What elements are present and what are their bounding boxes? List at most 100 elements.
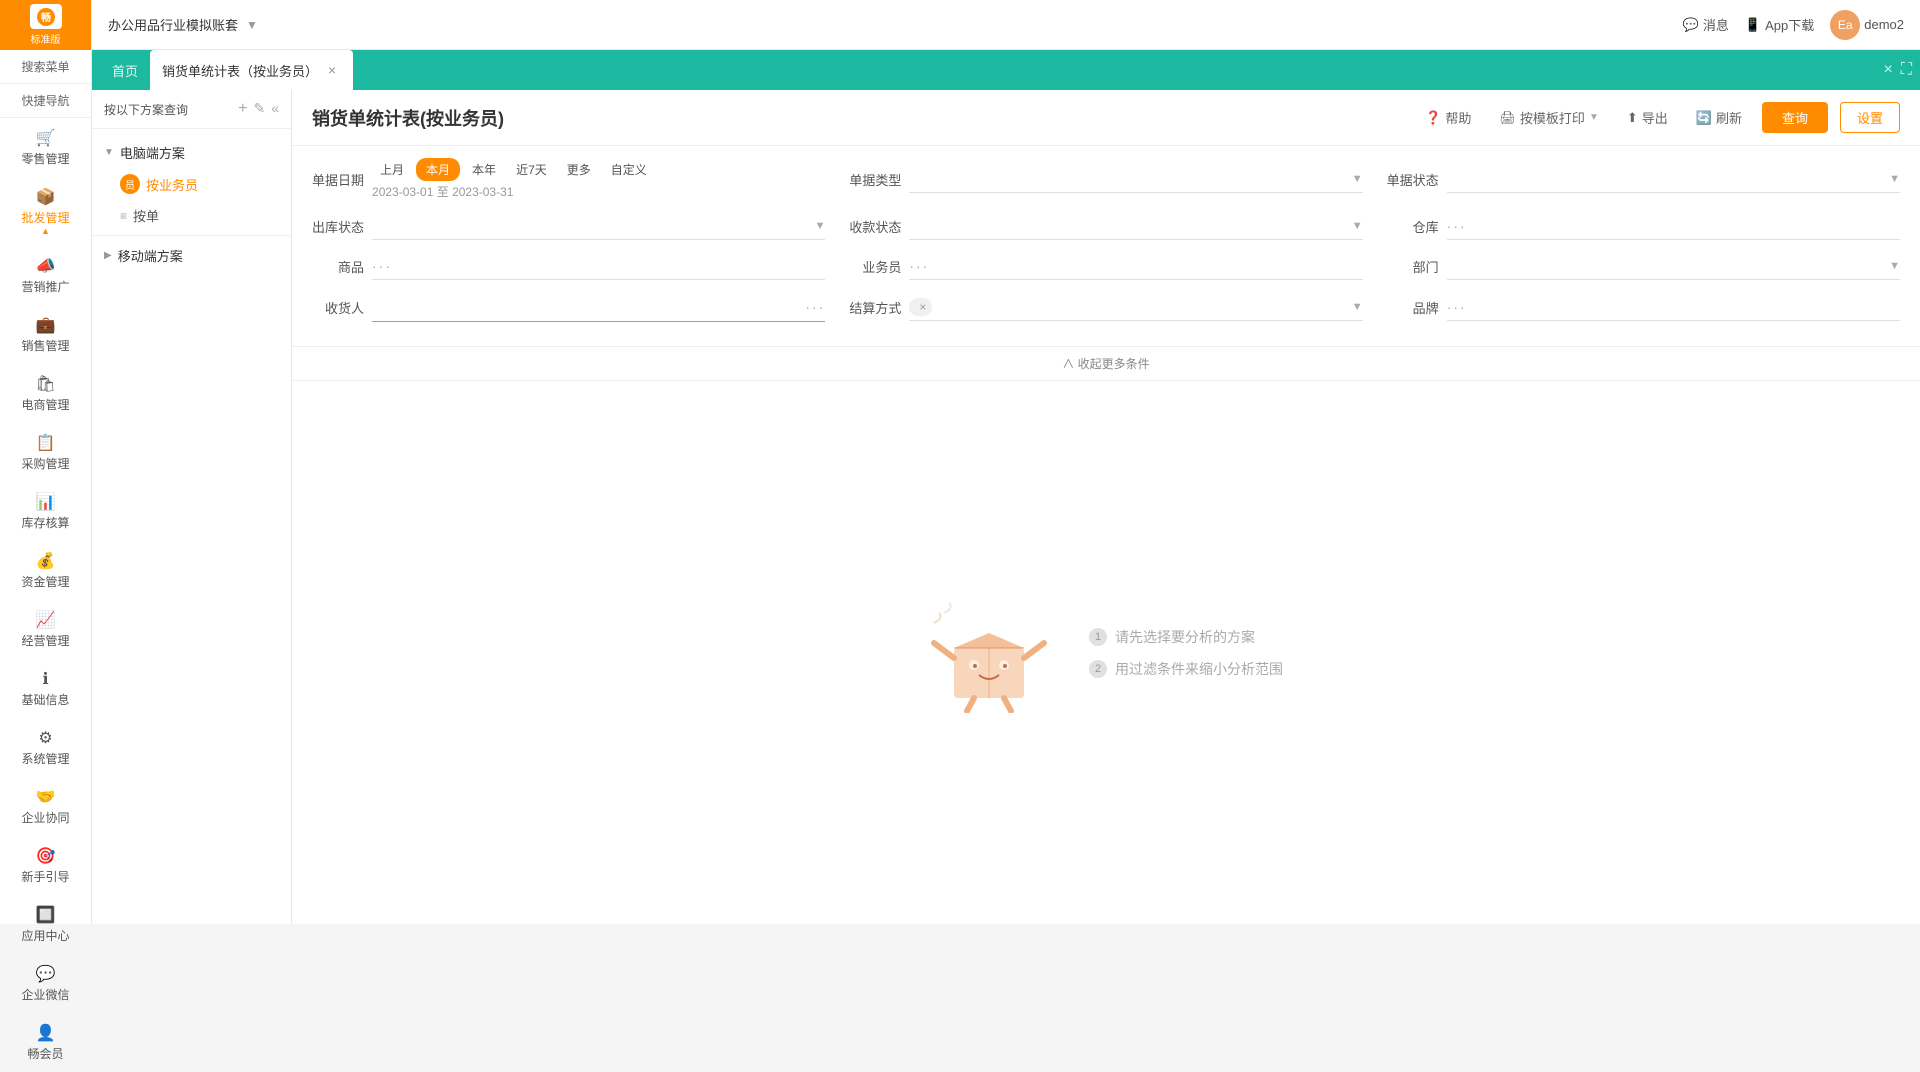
tab-bar: 首页 销货单统计表（按业务员） × × ⛶ (92, 50, 1920, 90)
doc-status-arrow: ▼ (1889, 173, 1900, 185)
doc-status-control[interactable]: ▼ (1447, 165, 1900, 193)
filter-dept: 部门 ▼ (1387, 252, 1900, 280)
shortcut-nav[interactable]: 快捷导航 (0, 84, 91, 118)
mobile-group-header[interactable]: ▶ 移动端方案 (92, 240, 291, 271)
goods-control[interactable]: ··· (372, 252, 825, 280)
filter-receiver: 收货人 ··· (312, 292, 825, 322)
tab-close-icon[interactable]: × (324, 62, 340, 78)
settings-button[interactable]: 设置 (1840, 102, 1900, 133)
collapse-icon: ∧ (1062, 357, 1077, 371)
search-menu[interactable]: 搜索菜单 (0, 50, 91, 84)
date-btn-custom[interactable]: 自定义 (603, 158, 655, 181)
message-action[interactable]: 💬 消息 (1683, 15, 1729, 34)
basic-icon: ℹ (42, 669, 48, 689)
payment-control[interactable]: × ▼ (909, 293, 1362, 321)
date-label: 单据日期 (312, 170, 364, 189)
sidebar-item-newbie[interactable]: 🎯 新手引导 (0, 836, 91, 895)
app-download-action[interactable]: 📱 App下载 (1745, 15, 1814, 34)
date-btn-more[interactable]: 更多 (559, 158, 599, 181)
sidebar-item-wechat[interactable]: 💬 企业微信 (0, 954, 91, 1013)
user-action[interactable]: Ea demo2 (1830, 10, 1904, 40)
sidebar-item-operations[interactable]: 📈 经营管理 (0, 600, 91, 659)
receiver-label: 收货人 (312, 298, 364, 317)
sidebar-item-purchase[interactable]: 📋 采购管理 (0, 423, 91, 482)
filter-row-3: 商品 ··· 业务员 ··· 部门 (312, 252, 1900, 280)
message-icon: 💬 (1683, 17, 1699, 33)
tree-item-by-order[interactable]: ≡ 按单 (92, 200, 291, 231)
date-btn-this-year[interactable]: 本年 (464, 158, 504, 181)
date-btn-prev-month[interactable]: 上月 (372, 158, 412, 181)
receiver-control[interactable]: ··· (372, 292, 825, 322)
industry-name: 办公用品行业模拟账套 (108, 15, 238, 34)
brand-control[interactable]: ··· (1447, 293, 1900, 321)
doc-type-control[interactable]: ▼ (909, 165, 1362, 193)
sidebar-item-enterprise[interactable]: 🤝 企业协同 (0, 777, 91, 836)
sidebar-item-member[interactable]: 👤 畅会员 (0, 1013, 91, 1072)
filter-area: 单据日期 上月 本月 本年 近7天 更多 自定义 2023-03-01 至 20… (292, 146, 1920, 347)
tip-text-2: 用过滤条件来缩小分析范围 (1115, 659, 1283, 679)
right-content: 销货单统计表(按业务员) ❓ 帮助 🖨 按模板打印 ▼ ⬆ 导出 (292, 90, 1920, 924)
date-btn-this-month[interactable]: 本月 (416, 158, 460, 181)
empty-tips: 1 请先选择要分析的方案 2 用过滤条件来缩小分析范围 (1089, 627, 1283, 679)
warehouse-control[interactable]: ··· (1447, 212, 1900, 240)
filter-salesman: 业务员 ··· (849, 252, 1362, 280)
delivery-label: 出库状态 (312, 217, 364, 236)
filter-payment: 结算方式 × ▼ (849, 293, 1362, 321)
help-button[interactable]: ❓ 帮助 (1417, 104, 1479, 131)
refresh-button[interactable]: 🔄 刷新 (1688, 104, 1750, 131)
sidebar-item-appstore[interactable]: 🔲 应用中心 (0, 895, 91, 954)
empty-state: 1 请先选择要分析的方案 2 用过滤条件来缩小分析范围 (292, 381, 1920, 924)
tab-salesman-stats[interactable]: 销货单统计表（按业务员） × (150, 50, 353, 90)
template-print-button[interactable]: 🖨 按模板打印 ▼ (1491, 104, 1606, 131)
print-dropdown-icon: ▼ (1589, 112, 1599, 123)
delivery-arrow: ▼ (814, 220, 825, 232)
left-panel: 按以下方案查询 + ✎ « ▼ 电脑端方案 员 按业务员 (92, 90, 292, 924)
empty-tip-1: 1 请先选择要分析的方案 (1089, 627, 1283, 647)
pc-group-header[interactable]: ▼ 电脑端方案 (92, 137, 291, 168)
finance-icon: 💰 (36, 551, 56, 571)
receipt-control[interactable]: ▼ (909, 212, 1362, 240)
salesman-control[interactable]: ··· (909, 252, 1362, 280)
export-button[interactable]: ⬆ 导出 (1619, 104, 1676, 131)
tab-home[interactable]: 首页 (100, 50, 150, 90)
collapse-label: 收起更多条件 (1078, 357, 1150, 371)
sidebar-item-finance[interactable]: 💰 资金管理 (0, 541, 91, 600)
add-scheme-icon[interactable]: + (238, 100, 247, 118)
receipt-arrow: ▼ (1352, 220, 1363, 232)
filter-date: 单据日期 上月 本月 本年 近7天 更多 自定义 2023-03-01 至 20… (312, 158, 825, 200)
newbie-icon: 🎯 (36, 846, 56, 866)
edit-scheme-icon[interactable]: ✎ (253, 100, 265, 118)
empty-tip-2: 2 用过滤条件来缩小分析范围 (1089, 659, 1283, 679)
filter-receipt: 收款状态 ▼ (849, 212, 1362, 240)
brand-label: 品牌 (1387, 298, 1439, 317)
sidebar-item-marketing[interactable]: 📣 营销推广 (0, 246, 91, 305)
sidebar-item-basic[interactable]: ℹ 基础信息 (0, 659, 91, 718)
sidebar-item-ecommerce[interactable]: 🛍 电商管理 (0, 364, 91, 423)
sidebar-item-wholesale[interactable]: 📦 批发管理 ▲ (0, 177, 91, 246)
collapse-panel-icon[interactable]: « (271, 100, 279, 118)
delivery-control[interactable]: ▼ (372, 212, 825, 240)
sidebar-item-system[interactable]: ⚙ 系统管理 (0, 718, 91, 777)
window-close-icon[interactable]: × (1883, 61, 1892, 79)
collapse-bar[interactable]: ∧ 收起更多条件 (292, 347, 1920, 381)
window-expand-icon[interactable]: ⛶ (1901, 61, 1912, 79)
query-button[interactable]: 查询 (1762, 102, 1828, 133)
panel-actions: + ✎ « (238, 100, 279, 118)
payment-clear-icon[interactable]: × (919, 300, 926, 314)
tree-item-by-salesman[interactable]: 员 按业务员 (92, 168, 291, 200)
sidebar-item-inventory[interactable]: 📊 库存核算 (0, 482, 91, 541)
dept-control[interactable]: ▼ (1447, 252, 1900, 280)
industry-selector[interactable]: 办公用品行业模拟账套 ▼ (108, 15, 258, 34)
date-btn-7days[interactable]: 近7天 (508, 158, 555, 181)
warehouse-label: 仓库 (1387, 217, 1439, 236)
mobile-group-arrow: ▶ (104, 250, 112, 261)
sidebar-item-sales[interactable]: 💼 销售管理 (0, 305, 91, 364)
doc-type-arrow: ▼ (1352, 173, 1363, 185)
dept-label: 部门 (1387, 257, 1439, 276)
app-logo: 畅 标准版 (0, 0, 91, 50)
payment-label: 结算方式 (849, 298, 901, 317)
retail-icon: 🛒 (36, 128, 56, 148)
sidebar-item-retail[interactable]: 🛒 零售管理 (0, 118, 91, 177)
receiver-input[interactable] (372, 295, 805, 318)
warehouse-value: ··· (1447, 218, 1467, 234)
